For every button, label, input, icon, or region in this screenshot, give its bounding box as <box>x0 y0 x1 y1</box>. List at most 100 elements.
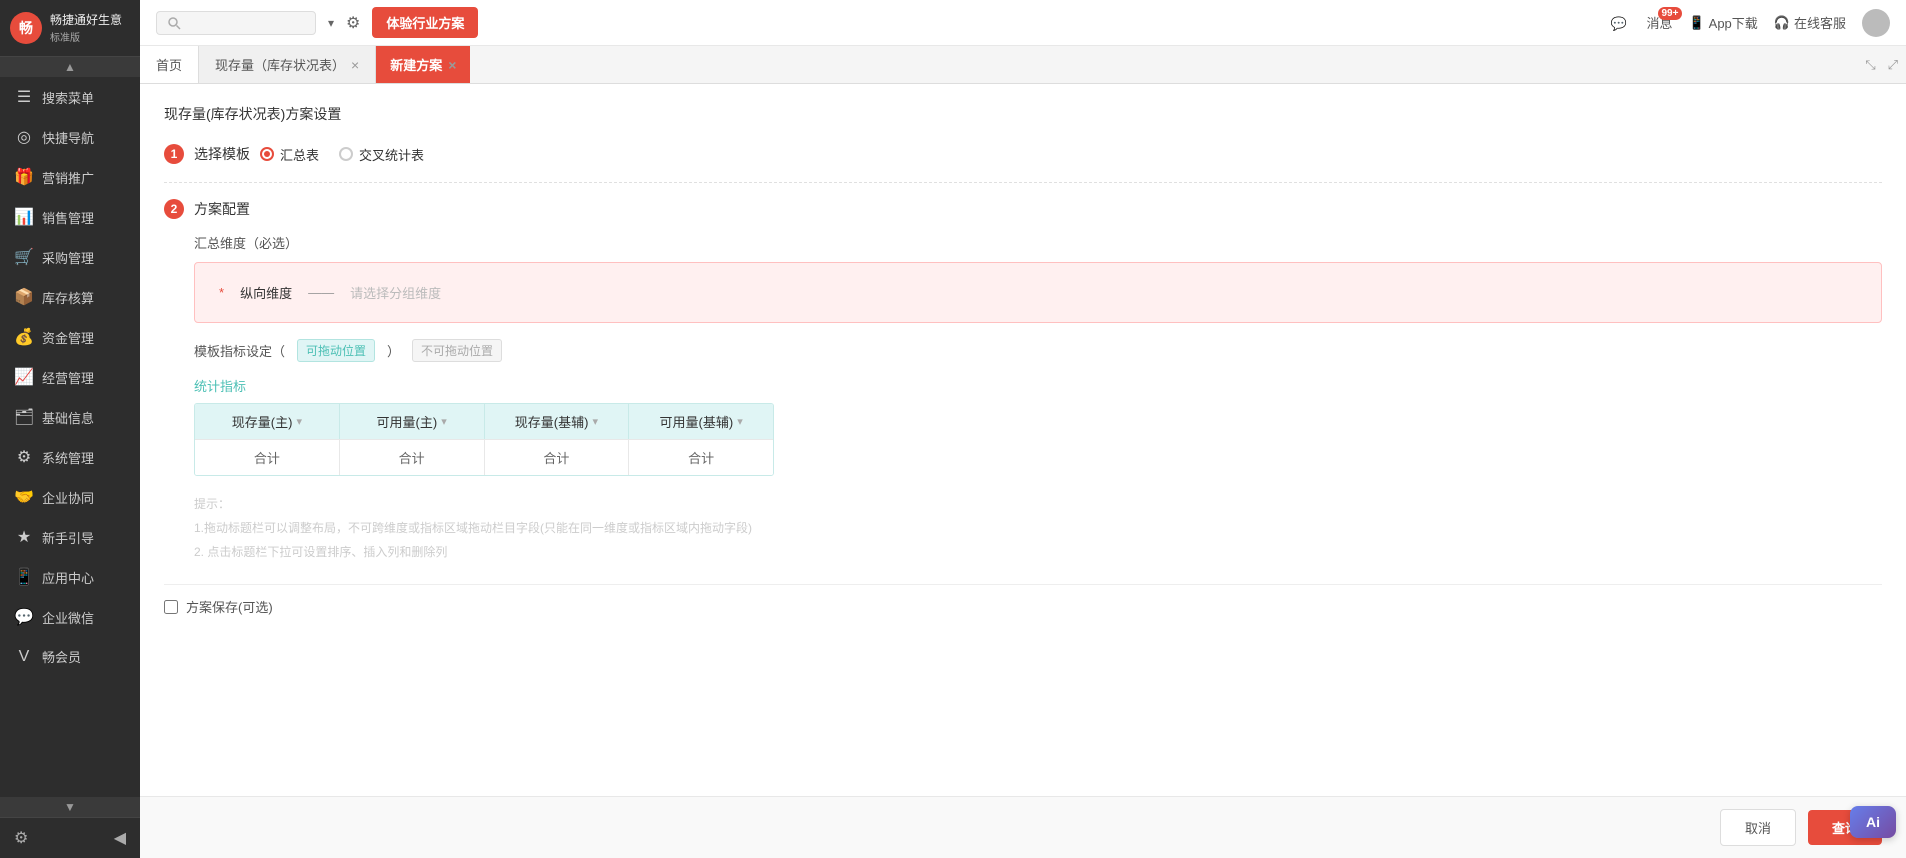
sidebar-item-basic-info[interactable]: 🗂 基础信息 <box>0 397 140 437</box>
radio-cross-label: 交叉统计表 <box>359 145 424 164</box>
trial-btn[interactable]: 体验行业方案 <box>372 7 478 38</box>
search-input[interactable] <box>187 16 297 30</box>
sidebar-item-search-menu[interactable]: ☰ 搜索菜单 <box>0 77 140 117</box>
online-service-label: 在线客服 <box>1794 13 1846 32</box>
sidebar-item-guide[interactable]: ★ 新手引导 <box>0 517 140 557</box>
tab-shrink-icon[interactable]: ⤡ <box>1865 57 1875 73</box>
ai-button[interactable]: Ai <box>1850 806 1896 838</box>
cancel-button[interactable]: 取消 <box>1720 809 1796 846</box>
tabbar: 首页 现存量（库存状况表） × 新建方案 × ⤡ ⤢ <box>140 46 1906 84</box>
divider-1 <box>164 182 1882 183</box>
new-tab-label: 新建方案 <box>390 55 442 74</box>
sidebar-item-label: 销售管理 <box>42 208 94 227</box>
tab-home[interactable]: 首页 <box>140 46 199 83</box>
cell-1-1: 合计 <box>195 440 340 475</box>
sidebar-item-member[interactable]: V 畅会员 <box>0 637 140 676</box>
sidebar-item-label: 企业协同 <box>42 488 94 507</box>
sidebar-item-app-center[interactable]: 📱 应用中心 <box>0 557 140 597</box>
inventory-tab-close[interactable]: × <box>351 58 359 72</box>
tab-new[interactable]: 新建方案 × <box>376 46 470 83</box>
page-title: 现存量(库存状况表)方案设置 <box>164 104 1882 124</box>
indicator-setting: 模板指标设定（ 可拖动位置 ） 不可拖动位置 <box>194 339 1882 362</box>
home-tab-label: 首页 <box>156 55 182 74</box>
tip-line-label: 提示： <box>194 492 1882 516</box>
sidebar-scroll-down[interactable]: ▼ <box>0 797 140 817</box>
sidebar-item-purchase[interactable]: 🛒 采购管理 <box>0 237 140 277</box>
save-checkbox[interactable] <box>164 600 178 614</box>
search-icon <box>167 16 181 30</box>
tip1: 1.拖动标题栏可以调整布局，不可跨维度或指标区域拖动栏目字段(只能在同一维度或指… <box>194 516 1882 540</box>
col2-chevron: ▾ <box>441 415 447 428</box>
settings-icon[interactable]: ⚙ <box>14 828 28 848</box>
sound-icon[interactable]: ◀ <box>114 828 126 848</box>
sidebar-item-label: 采购管理 <box>42 248 94 267</box>
sidebar-item-wechat[interactable]: 💬 企业微信 <box>0 597 140 637</box>
logo-text-wrap: 畅捷通好生意 标准版 <box>50 12 122 44</box>
sidebar-item-label: 资金管理 <box>42 328 94 347</box>
topbar-gear-icon[interactable]: ⚙ <box>346 13 360 33</box>
search-menu-icon: ☰ <box>14 87 34 107</box>
sidebar-item-label: 搜索菜单 <box>42 88 94 107</box>
radio-summary-label: 汇总表 <box>280 145 319 164</box>
col1-header[interactable]: 现存量(主) ▾ <box>195 404 340 439</box>
user-avatar[interactable] <box>1862 9 1890 37</box>
radio-summary-circle <box>260 147 274 161</box>
basic-info-icon: 🗂 <box>14 407 34 427</box>
main-area: ▾ ⚙ 体验行业方案 💬 99+ 消息 📱 App下载 🎧 在线客服 首页 <box>140 0 1906 858</box>
topbar-dropdown-btn[interactable]: ▾ <box>328 16 334 30</box>
sidebar-item-label: 畅会员 <box>42 647 81 666</box>
sidebar-item-label: 企业微信 <box>42 608 94 627</box>
system-icon: ⚙ <box>14 447 34 467</box>
message-btn[interactable]: 💬 99+ 消息 <box>1611 13 1673 32</box>
tab-expand-icon[interactable]: ⤢ <box>1888 57 1898 73</box>
inventory-tab-label: 现存量（库存状况表） <box>215 55 345 74</box>
content-area: 现存量(库存状况表)方案设置 1 选择模板 汇总表 交叉统计表 <box>140 84 1906 796</box>
save-checkbox-row: 方案保存(可选) <box>164 584 1882 616</box>
col3-header[interactable]: 现存量(基辅) ▾ <box>485 404 630 439</box>
sidebar-item-marketing[interactable]: 🎁 营销推广 <box>0 157 140 197</box>
sidebar-item-inventory[interactable]: 📦 库存核算 <box>0 277 140 317</box>
sidebar-item-system[interactable]: ⚙ 系统管理 <box>0 437 140 477</box>
tips-section: 提示： 1.拖动标题栏可以调整布局，不可跨维度或指标区域拖动栏目字段(只能在同一… <box>194 492 1882 564</box>
sidebar-scroll-up[interactable]: ▲ <box>0 57 140 77</box>
col2-label: 可用量(主) <box>377 412 438 431</box>
new-tab-close[interactable]: × <box>448 58 456 72</box>
enterprise-icon: 🤝 <box>14 487 34 507</box>
sidebar-item-label: 基础信息 <box>42 408 94 427</box>
col1-chevron: ▾ <box>296 415 302 428</box>
sidebar-item-enterprise[interactable]: 🤝 企业协同 <box>0 477 140 517</box>
radio-summary[interactable]: 汇总表 <box>260 145 319 164</box>
dimension-required-mark: * <box>219 285 224 300</box>
table-row: 合计 合计 合计 合计 <box>195 439 773 475</box>
col4-header[interactable]: 可用量(基辅) ▾ <box>629 404 773 439</box>
message-badge: 99+ <box>1658 7 1683 20</box>
radio-cross[interactable]: 交叉统计表 <box>339 145 424 164</box>
sidebar-bottom: ⚙ ◀ <box>0 817 140 858</box>
non-draggable-tag: 不可拖动位置 <box>412 339 502 362</box>
step1-section: 1 选择模板 汇总表 交叉统计表 <box>164 144 1882 164</box>
tips-text: 提示： 1.拖动标题栏可以调整布局，不可跨维度或指标区域拖动栏目字段(只能在同一… <box>194 492 1882 564</box>
step2-header: 2 方案配置 <box>164 199 1882 219</box>
bottom-bar: 取消 查询 <box>140 796 1906 858</box>
finance-icon: 💰 <box>14 327 34 347</box>
draggable-tag: 可拖动位置 <box>297 339 375 362</box>
sidebar-item-operation[interactable]: 📈 经营管理 <box>0 357 140 397</box>
sidebar-item-finance[interactable]: 💰 资金管理 <box>0 317 140 357</box>
message-icon: 💬 <box>1611 16 1627 31</box>
logo-name: 畅捷通好生意 <box>50 12 122 29</box>
col2-header[interactable]: 可用量(主) ▾ <box>340 404 485 439</box>
stats-section-label: 统计指标 <box>194 376 1882 395</box>
online-service-btn[interactable]: 🎧 在线客服 <box>1774 13 1846 32</box>
step2-content: 汇总维度（必选） * 纵向维度 —— 请选择分组维度 模板指标设定（ 可拖动位置… <box>164 233 1882 564</box>
sidebar-item-label: 库存核算 <box>42 288 94 307</box>
sidebar-item-sales[interactable]: 📊 销售管理 <box>0 197 140 237</box>
sales-icon: 📊 <box>14 207 34 227</box>
tip2: 2. 点击标题栏下拉可设置排序、插入列和删除列 <box>194 540 1882 564</box>
tab-inventory[interactable]: 现存量（库存状况表） × <box>199 46 376 83</box>
app-download-btn[interactable]: 📱 App下载 <box>1688 13 1757 32</box>
sidebar-item-label: 新手引导 <box>42 528 94 547</box>
step2-badge: 2 <box>164 199 184 219</box>
inventory-icon: 📦 <box>14 287 34 307</box>
sidebar-item-quick-nav[interactable]: ◎ 快捷导航 <box>0 117 140 157</box>
topbar-search-box[interactable] <box>156 11 316 35</box>
